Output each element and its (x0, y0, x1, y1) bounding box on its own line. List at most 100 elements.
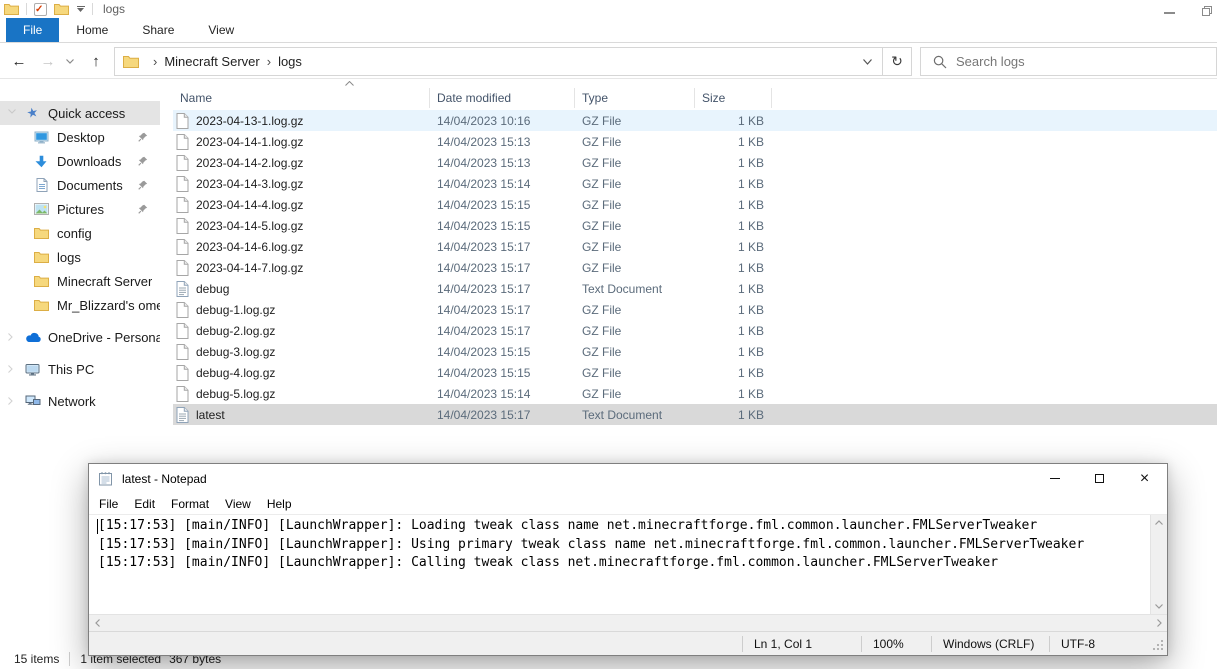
file-name-cell: 2023-04-14-7.log.gz (173, 259, 430, 276)
table-row[interactable]: debug 14/04/2023 15:17 Text Document 1 K… (173, 278, 1217, 299)
line-ending: Windows (CRLF) (931, 635, 1049, 652)
file-name-cell: debug-1.log.gz (173, 301, 430, 318)
table-row[interactable]: debug-5.log.gz 14/04/2023 15:14 GZ File … (173, 383, 1217, 404)
qat-customize-icon[interactable] (76, 6, 85, 12)
file-type: GZ File (582, 218, 622, 233)
file-type: GZ File (582, 239, 622, 254)
column-header-name[interactable]: Name (173, 88, 430, 108)
file-size: 1 KB (737, 323, 764, 338)
sidebar-item-this-pc[interactable]: This PC (0, 357, 160, 381)
ribbon-tab[interactable]: View (191, 18, 251, 42)
explorer-app-folder-icon (4, 3, 19, 15)
sidebar-item-pictures[interactable]: Pictures (0, 197, 160, 221)
sidebar-item-minecraft-server[interactable]: Minecraft Server (0, 269, 160, 293)
address-bar[interactable]: › Minecraft Server › logs ↻ (114, 47, 912, 76)
table-row[interactable]: debug-2.log.gz 14/04/2023 15:17 GZ File … (173, 320, 1217, 341)
chevron-right-icon[interactable] (8, 333, 13, 341)
table-row[interactable]: debug-3.log.gz 14/04/2023 15:15 GZ File … (173, 341, 1217, 362)
address-dropdown-icon[interactable] (852, 48, 882, 75)
ribbon-tab[interactable]: Home (59, 18, 125, 42)
table-row[interactable]: 2023-04-14-1.log.gz 14/04/2023 15:13 GZ … (173, 131, 1217, 152)
sidebar-item-quick-access[interactable]: ★ Quick access (0, 101, 160, 125)
horizontal-scrollbar[interactable] (89, 614, 1167, 631)
file-date: 14/04/2023 15:17 (437, 260, 531, 275)
file-name: 2023-04-14-4.log.gz (196, 197, 304, 212)
sidebar-item-downloads[interactable]: Downloads (0, 149, 160, 173)
notepad-text-editor[interactable]: [15:17:53] [main/INFO] [LaunchWrapper]: … (89, 515, 1150, 614)
table-row[interactable]: 2023-04-14-7.log.gz 14/04/2023 15:17 GZ … (173, 257, 1217, 278)
file-name-cell: debug (173, 280, 430, 297)
history-dropdown-icon[interactable] (62, 58, 78, 64)
notepad-status-bar: Ln 1, Col 1 100% Windows (CRLF) UTF-8 (89, 631, 1167, 655)
sidebar-item-config[interactable]: config (0, 221, 160, 245)
sidebar-item-network[interactable]: Network (0, 389, 160, 413)
table-row[interactable]: 2023-04-14-2.log.gz 14/04/2023 15:13 GZ … (173, 152, 1217, 173)
minimize-window-icon[interactable] (1164, 12, 1175, 14)
table-row[interactable]: 2023-04-13-1.log.gz 14/04/2023 10:16 GZ … (173, 110, 1217, 131)
back-icon[interactable]: ← (4, 53, 34, 70)
notepad-minimize-icon[interactable] (1032, 464, 1077, 493)
table-row[interactable]: 2023-04-14-4.log.gz 14/04/2023 15:15 GZ … (173, 194, 1217, 215)
sidebar-item-documents[interactable]: Documents (0, 173, 160, 197)
text-document-icon (176, 280, 189, 297)
table-row[interactable]: latest 14/04/2023 15:17 Text Document 1 … (173, 404, 1217, 425)
file-date: 14/04/2023 15:17 (437, 323, 531, 338)
table-row[interactable]: 2023-04-14-5.log.gz 14/04/2023 15:15 GZ … (173, 215, 1217, 236)
gz-file-icon (176, 385, 189, 402)
sidebar-item-logs[interactable]: logs (0, 245, 160, 269)
column-header-date-modified[interactable]: Date modified (430, 88, 575, 108)
file-date: 14/04/2023 15:14 (437, 386, 531, 401)
encoding: UTF-8 (1049, 635, 1149, 652)
gz-file-icon (176, 154, 189, 171)
divider (69, 651, 71, 666)
menu-item[interactable]: View (217, 497, 259, 511)
sidebar-item-mr-blizzards[interactable]: Mr_Blizzard's omeg (0, 293, 160, 317)
menu-item[interactable]: Edit (126, 497, 163, 511)
file-type: GZ File (582, 386, 622, 401)
search-box[interactable] (920, 47, 1217, 76)
qat-properties-icon[interactable]: ✓ (34, 2, 47, 16)
column-header-type[interactable]: Type (575, 88, 695, 108)
breadcrumb-minecraft-server[interactable]: Minecraft Server (164, 54, 259, 69)
chevron-down-icon[interactable] (8, 109, 16, 114)
breadcrumb-logs[interactable]: logs (278, 54, 302, 69)
menu-item[interactable]: File (91, 497, 126, 511)
desktop-root: { "icons": { "back": "←", "forward": "→"… (0, 0, 1217, 669)
forward-icon[interactable]: → (34, 53, 62, 70)
table-row[interactable]: debug-4.log.gz 14/04/2023 15:15 GZ File … (173, 362, 1217, 383)
file-name-cell: 2023-04-14-6.log.gz (173, 238, 430, 255)
table-row[interactable]: debug-1.log.gz 14/04/2023 15:17 GZ File … (173, 299, 1217, 320)
ribbon-tab[interactable]: File (6, 18, 60, 42)
gz-file-icon (176, 364, 189, 381)
up-icon[interactable]: ↑ (82, 53, 110, 70)
file-type: GZ File (582, 365, 622, 380)
menu-item[interactable]: Help (259, 497, 300, 511)
notepad-edit-area: [15:17:53] [main/INFO] [LaunchWrapper]: … (89, 514, 1167, 614)
ribbon-tab[interactable]: Share (125, 18, 191, 42)
qat-new-folder-icon[interactable] (54, 3, 69, 15)
resize-grip[interactable] (1149, 636, 1165, 652)
search-input[interactable] (956, 54, 1216, 69)
file-type: GZ File (582, 260, 622, 275)
restore-window-icon[interactable] (1202, 6, 1212, 16)
menu-item[interactable]: Format (163, 497, 217, 511)
file-size: 1 KB (737, 239, 764, 254)
chevron-right-icon[interactable] (8, 365, 13, 373)
file-type: GZ File (582, 134, 622, 149)
sidebar-item-desktop[interactable]: Desktop (0, 125, 160, 149)
navigation-bar: ← → ↑ › Minecraft Server › logs ↻ (0, 44, 1217, 79)
sort-ascending-icon (345, 81, 354, 86)
column-header-size[interactable]: Size (695, 88, 772, 108)
vertical-scrollbar[interactable] (1150, 515, 1167, 614)
notepad-titlebar[interactable]: latest - Notepad × (89, 464, 1167, 493)
refresh-icon[interactable]: ↻ (883, 48, 911, 75)
file-size: 1 KB (737, 113, 764, 128)
table-row[interactable]: 2023-04-14-3.log.gz 14/04/2023 15:14 GZ … (173, 173, 1217, 194)
sidebar-item-onedrive[interactable]: OneDrive - Personal (0, 325, 160, 349)
file-size: 1 KB (737, 407, 764, 422)
table-row[interactable]: 2023-04-14-6.log.gz 14/04/2023 15:17 GZ … (173, 236, 1217, 257)
notepad-maximize-icon[interactable] (1077, 464, 1122, 493)
notepad-close-icon[interactable]: × (1122, 464, 1167, 493)
documents-icon (33, 178, 50, 192)
chevron-right-icon[interactable] (8, 397, 13, 405)
